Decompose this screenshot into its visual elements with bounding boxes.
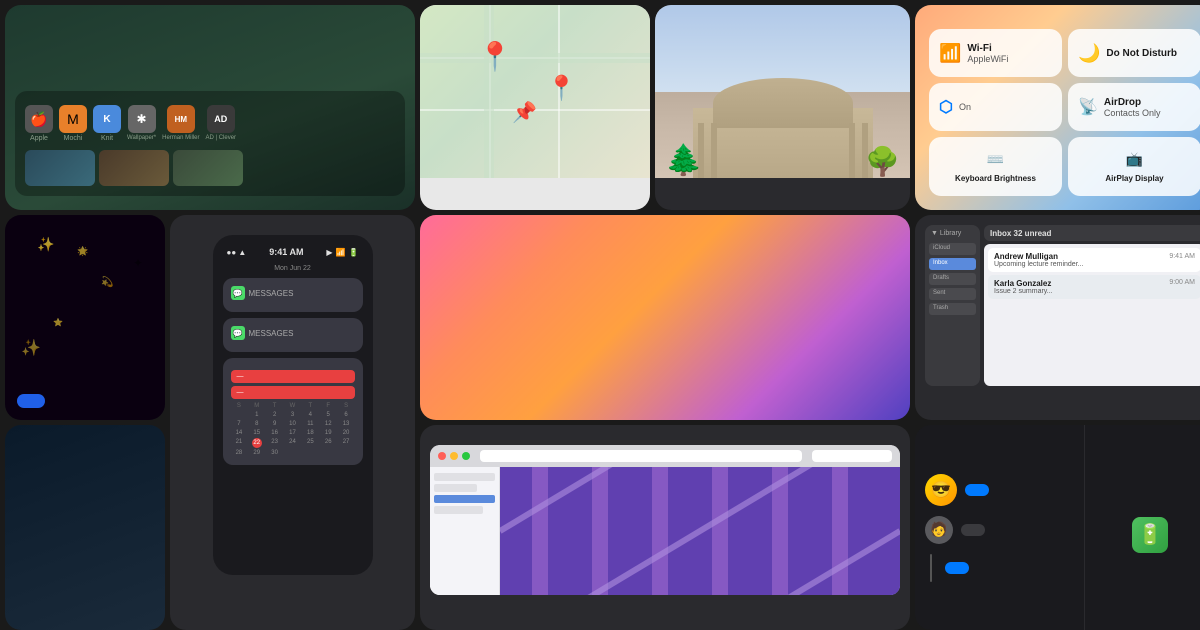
cal-event-1: — bbox=[231, 370, 355, 383]
inbox-label: Inbox 32 unread bbox=[990, 229, 1051, 238]
browser-sidebar bbox=[430, 467, 500, 595]
dnd-icon: 🌙 bbox=[1078, 43, 1100, 64]
thread-line bbox=[925, 554, 937, 582]
mail-time-2: 9:00 AM bbox=[1169, 279, 1195, 288]
notif-date: Mon Jun 22 bbox=[223, 265, 363, 272]
memoji-row: 😎 bbox=[925, 474, 1074, 506]
browser-mockup bbox=[430, 445, 900, 595]
mail-preview-1: Upcoming lecture reminder... bbox=[994, 261, 1195, 268]
card-website-previews bbox=[420, 425, 910, 630]
faster-panel: 🔋 bbox=[1085, 425, 1200, 630]
card-maps: 📍 📍 📌 bbox=[420, 5, 650, 210]
map-pin-green: 📍 bbox=[547, 74, 577, 103]
notif-app-name-1: MESSAGES bbox=[249, 289, 351, 298]
bluetooth-sublabel: On bbox=[959, 102, 971, 112]
traffic-light-yellow bbox=[450, 452, 458, 460]
favicon-mochi: M Mochi bbox=[59, 105, 87, 142]
keyboard-label: Keyboard Brightness bbox=[955, 174, 1036, 183]
control-bluetooth: ⬡ On bbox=[929, 83, 1062, 131]
wifi-icon: 📶 bbox=[939, 43, 961, 64]
app-sidebar-panel: ▼ Library iCloud Inbox Drafts Sent Trash bbox=[925, 225, 980, 386]
cal-grid: SMTWTFS 123456 78910111213 1415161718192… bbox=[231, 402, 355, 457]
airdrop-icon: 📡 bbox=[1078, 97, 1098, 117]
battery-icon: 🔋 bbox=[1132, 517, 1168, 553]
sidebar-sent: Sent bbox=[929, 288, 976, 300]
mail-sender-2: Karla Gonzalez bbox=[994, 279, 1051, 288]
cal-event-2: — bbox=[231, 386, 355, 399]
bluetooth-icon: ⬡ bbox=[939, 97, 953, 117]
sidebar-drafts: Drafts bbox=[929, 273, 976, 285]
favicon-apple: 🍎 Apple bbox=[25, 105, 53, 142]
card-app-design: ▼ Library iCloud Inbox Drafts Sent Trash… bbox=[915, 215, 1200, 420]
card-message-effects: ✨ 💫 ⭐ ✦ ✨ 🌟 bbox=[5, 215, 165, 420]
messages-icon-2: 💬 bbox=[231, 326, 245, 340]
control-dnd: 🌙 Do Not Disturb bbox=[1068, 29, 1200, 77]
card-control-center: 📶 Wi-Fi AppleWiFi 🌙 Do Not Disturb ⬡ On bbox=[915, 5, 1200, 210]
airplay-icon: 📺 bbox=[1126, 151, 1143, 168]
sidebar-trash: Trash bbox=[929, 303, 976, 315]
effects-background: ✨ 💫 ⭐ ✦ ✨ 🌟 bbox=[5, 215, 165, 420]
traffic-light-green bbox=[462, 452, 470, 460]
map-pin-blue: 📌 bbox=[512, 100, 537, 125]
dnd-label: Do Not Disturb bbox=[1106, 48, 1177, 59]
card-row3-col5: 😎 🧑 🔋 bbox=[915, 425, 1200, 630]
card-website-translation bbox=[5, 425, 165, 630]
keyboard-icon: ⌨️ bbox=[987, 151, 1004, 168]
mail-preview-2: Issue 2 summary... bbox=[994, 288, 1195, 295]
control-airdrop: 📡 AirDrop Contacts Only bbox=[1068, 83, 1200, 131]
reading-item-2 bbox=[99, 150, 169, 186]
mail-list: Andrew Mulligan 9:41 AM Upcoming lecture… bbox=[984, 244, 1200, 386]
favicon-wallpaper: ✱ Wallpaper* bbox=[127, 105, 156, 142]
battery-section: 🔋 bbox=[1132, 517, 1168, 557]
wifi-label: Wi-Fi bbox=[967, 43, 1008, 54]
card-macos-hero bbox=[420, 215, 910, 420]
control-wifi: 📶 Wi-Fi AppleWiFi bbox=[929, 29, 1062, 77]
messages-icon-1: 💬 bbox=[231, 286, 245, 300]
memoji-bubble bbox=[965, 484, 989, 496]
sidebar-icloud: iCloud bbox=[929, 243, 976, 255]
message-effects-bubble bbox=[17, 394, 45, 408]
favicon-herman: HM Herman Miller bbox=[162, 105, 199, 142]
control-airplay: 📺 AirPlay Display bbox=[1068, 137, 1200, 196]
traffic-light-red bbox=[438, 452, 446, 460]
reading-item-3 bbox=[173, 150, 243, 186]
memoji-avatar: 😎 bbox=[925, 474, 957, 506]
mail-time-1: 9:41 AM bbox=[1169, 253, 1195, 260]
finder-label: ▼ Library bbox=[929, 230, 976, 237]
mail-sender-1: Andrew Mulligan bbox=[994, 252, 1058, 261]
notif-status: ●● ▲ bbox=[227, 248, 247, 257]
card-notification-center: ●● ▲ 9:41 AM ▶📶🔋 Mon Jun 22 💬 MESSAGES bbox=[170, 215, 415, 630]
favicon-knit: K Knit bbox=[93, 105, 121, 142]
avatar-2: 🧑 bbox=[925, 516, 953, 544]
browser-content-area bbox=[500, 467, 900, 595]
notif-app-name-2: MESSAGES bbox=[249, 329, 351, 338]
mail-item-1: Andrew Mulligan 9:41 AM Upcoming lecture… bbox=[988, 248, 1200, 272]
imessage-features: 😎 🧑 bbox=[915, 425, 1085, 630]
sidebar-inbox-active: Inbox bbox=[929, 258, 976, 270]
notif-card-1: 💬 MESSAGES bbox=[223, 278, 363, 312]
wifi-sublabel: AppleWiFi bbox=[967, 54, 1008, 64]
reading-item-1 bbox=[25, 150, 95, 186]
airdrop-sublabel: Contacts Only bbox=[1104, 108, 1161, 118]
calendar-widget: — — SMTWTFS 123456 78910111213 141516171… bbox=[223, 358, 363, 465]
pinned-row bbox=[925, 554, 1074, 582]
mail-item-2: Karla Gonzalez 9:00 AM Issue 2 summary..… bbox=[988, 275, 1200, 299]
airdrop-label: AirDrop bbox=[1104, 97, 1161, 108]
favicon-ad: AD AD | Clever bbox=[205, 105, 236, 142]
map-pin-orange: 📍 bbox=[478, 40, 513, 73]
control-keyboard: ⌨️ Keyboard Brightness bbox=[929, 137, 1062, 196]
notif-icons: ▶📶🔋 bbox=[326, 248, 358, 257]
inline-replies-row: 🧑 bbox=[925, 516, 1074, 544]
pinned-bubble bbox=[945, 562, 969, 574]
mail-toolbar: Inbox 32 unread bbox=[984, 225, 1200, 241]
card-look-around: 🌲 🌳 bbox=[655, 5, 910, 210]
notif-time: 9:41 AM bbox=[269, 247, 303, 257]
inline-replies-bubble bbox=[961, 524, 985, 536]
card-start-page: 🍎 Apple M Mochi K Knit ✱ Wallpaper* HM bbox=[5, 5, 415, 210]
airplay-label: AirPlay Display bbox=[1105, 174, 1163, 183]
notif-card-2: 💬 MESSAGES bbox=[223, 318, 363, 352]
